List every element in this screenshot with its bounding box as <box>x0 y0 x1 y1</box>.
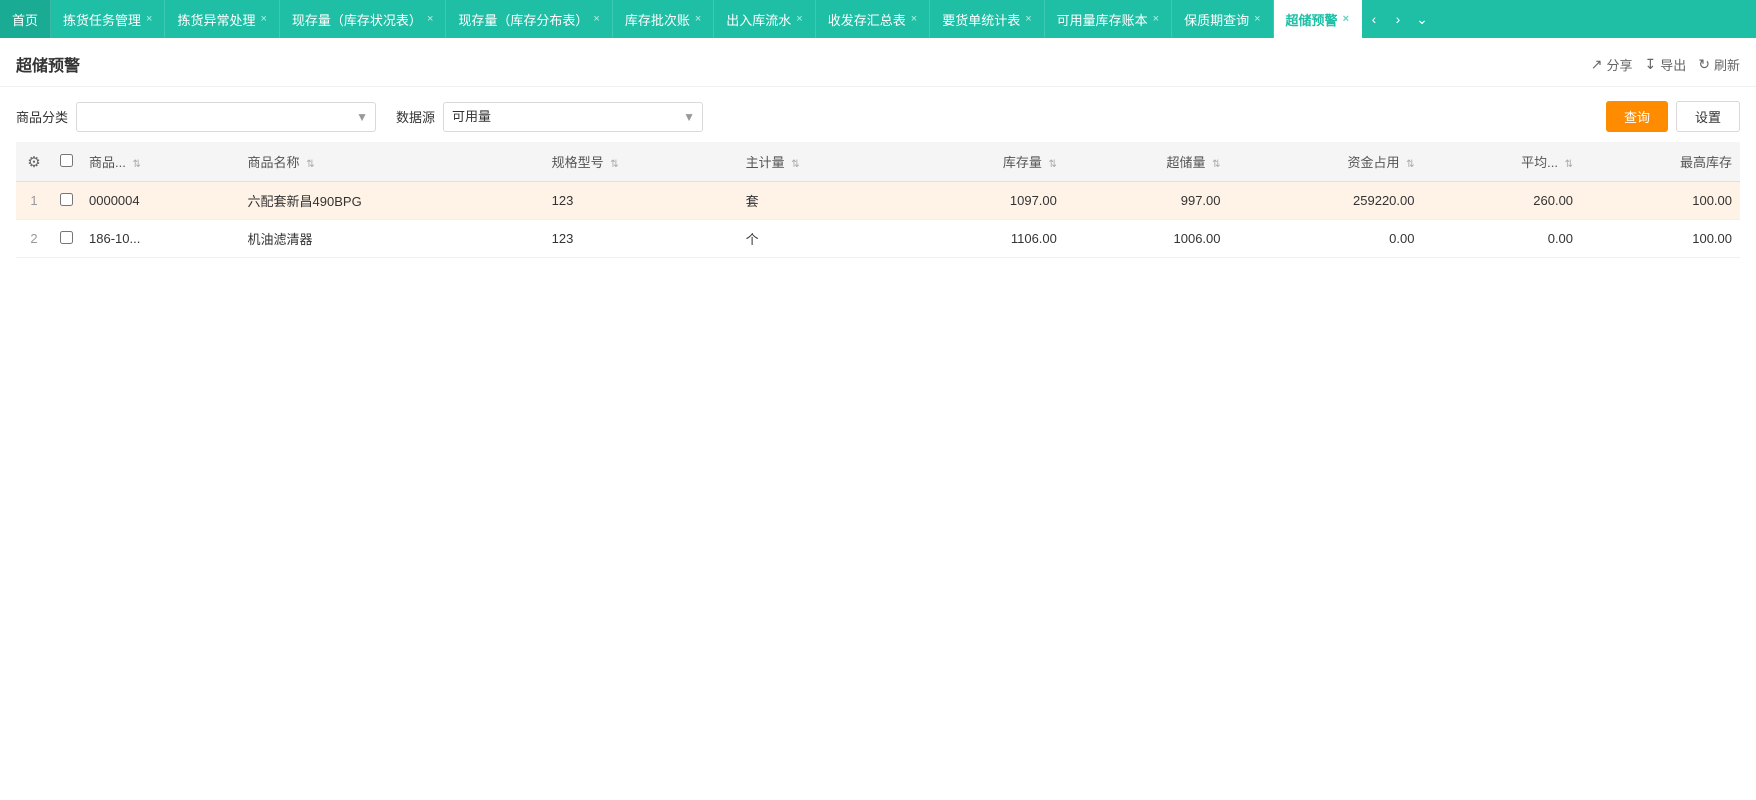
sort-icon: ⇅ <box>1406 159 1414 170</box>
th-unit[interactable]: 主计量 ⇅ <box>738 142 902 182</box>
table-header-row: ⚙ 商品... ⇅ 商品名称 ⇅ 规格型号 ⇅ <box>16 142 1740 182</box>
row-checkbox[interactable] <box>60 231 73 244</box>
select-all-checkbox[interactable] <box>60 154 73 167</box>
export-button[interactable]: ↧ 导出 <box>1645 55 1687 74</box>
close-icon[interactable]: × <box>695 13 701 25</box>
share-icon: ↗ <box>1591 56 1603 73</box>
nav-item-stock-status[interactable]: 现存量（库存状况表） × <box>280 0 446 38</box>
page-title: 超储预警 <box>16 52 80 76</box>
row-checkbox-cell <box>52 182 81 220</box>
filter-area: 商品分类 ▼ 数据源 可用量 ▼ 查询 设置 <box>0 87 1756 142</box>
datasource-select-wrapper: 可用量 ▼ <box>443 102 703 132</box>
sort-icon: ⇅ <box>1565 159 1573 170</box>
th-capital[interactable]: 资金占用 ⇅ <box>1229 142 1423 182</box>
refresh-button[interactable]: ↻ 刷新 <box>1698 55 1740 74</box>
close-icon[interactable]: × <box>911 13 917 25</box>
nav-item-available[interactable]: 可用量库存账本 × <box>1045 0 1172 38</box>
table-row: 2 186-10... 机油滤清器 123 个 1106.00 1006.00 … <box>16 220 1740 258</box>
th-maxstock[interactable]: 最高库存 <box>1581 142 1740 182</box>
row-spec: 123 <box>544 220 738 258</box>
th-settings: ⚙ <box>16 142 52 182</box>
row-maxstock: 100.00 <box>1581 220 1740 258</box>
category-label: 商品分类 <box>16 107 68 126</box>
data-table: ⚙ 商品... ⇅ 商品名称 ⇅ 规格型号 ⇅ <box>16 142 1740 258</box>
row-number: 1 <box>16 182 52 220</box>
close-icon[interactable]: × <box>427 13 433 25</box>
row-overstock: 1006.00 <box>1065 220 1229 258</box>
nav-item-batch[interactable]: 库存批次账 × <box>613 0 714 38</box>
close-icon[interactable]: × <box>1153 13 1159 25</box>
nav-item-stock-dist[interactable]: 现存量（库存分布表） × <box>446 0 612 38</box>
filter-actions: 查询 设置 <box>1606 101 1740 132</box>
close-icon[interactable]: × <box>146 13 152 25</box>
row-code: 0000004 <box>81 182 240 220</box>
top-navigation: 首页 拣货任务管理 × 拣货异常处理 × 现存量（库存状况表） × 现存量（库存… <box>0 0 1756 38</box>
th-spec[interactable]: 规格型号 ⇅ <box>544 142 738 182</box>
datasource-label: 数据源 <box>396 107 435 126</box>
close-icon[interactable]: × <box>593 13 599 25</box>
nav-item-exception[interactable]: 拣货异常处理 × <box>165 0 279 38</box>
sort-icon: ⇅ <box>1048 159 1056 170</box>
query-button[interactable]: 查询 <box>1606 101 1668 132</box>
row-stock: 1097.00 <box>901 182 1065 220</box>
nav-item-flow[interactable]: 出入库流水 × <box>714 0 815 38</box>
row-overstock: 997.00 <box>1065 182 1229 220</box>
nav-item-expiry[interactable]: 保质期查询 × <box>1172 0 1273 38</box>
row-checkbox-cell <box>52 220 81 258</box>
row-checkbox[interactable] <box>60 193 73 206</box>
share-button[interactable]: ↗ 分享 <box>1591 55 1633 74</box>
category-select-wrapper: ▼ <box>76 102 376 132</box>
row-spec: 123 <box>544 182 738 220</box>
row-code: 186-10... <box>81 220 240 258</box>
th-avg[interactable]: 平均... ⇅ <box>1422 142 1581 182</box>
th-name[interactable]: 商品名称 ⇅ <box>240 142 544 182</box>
nav-prev-button[interactable]: ‹ <box>1362 0 1386 38</box>
sort-icon: ⇅ <box>791 159 799 170</box>
close-icon[interactable]: × <box>1025 13 1031 25</box>
page-content: 超储预警 ↗ 分享 ↧ 导出 ↻ 刷新 商品分类 ▼ <box>0 38 1756 800</box>
datasource-select[interactable]: 可用量 <box>443 102 703 132</box>
row-name: 六配套新昌490BPG <box>240 182 544 220</box>
row-stock: 1106.00 <box>901 220 1065 258</box>
page-header: 超储预警 ↗ 分享 ↧ 导出 ↻ 刷新 <box>0 38 1756 87</box>
row-avg: 260.00 <box>1422 182 1581 220</box>
row-unit: 个 <box>738 220 902 258</box>
nav-menu-button[interactable]: ⌄ <box>1410 0 1434 38</box>
row-capital: 259220.00 <box>1229 182 1423 220</box>
th-checkbox <box>52 142 81 182</box>
close-icon[interactable]: × <box>1343 13 1349 25</box>
sort-icon: ⇅ <box>306 159 314 170</box>
sort-icon: ⇅ <box>610 159 618 170</box>
sort-icon: ⇅ <box>132 159 140 170</box>
settings-button[interactable]: 设置 <box>1676 101 1740 132</box>
row-name: 机油滤清器 <box>240 220 544 258</box>
sort-icon: ⇅ <box>1212 159 1220 170</box>
row-number: 2 <box>16 220 52 258</box>
close-icon[interactable]: × <box>260 13 266 25</box>
close-icon[interactable]: × <box>1254 13 1260 25</box>
category-filter: 商品分类 ▼ <box>16 102 376 132</box>
nav-item-home[interactable]: 首页 <box>0 0 51 38</box>
settings-icon[interactable]: ⚙ <box>27 154 40 171</box>
row-avg: 0.00 <box>1422 220 1581 258</box>
th-overstock[interactable]: 超储量 ⇅ <box>1065 142 1229 182</box>
category-select[interactable] <box>76 102 376 132</box>
nav-item-overstock[interactable]: 超储预警 × <box>1274 0 1362 38</box>
nav-next-button[interactable]: › <box>1386 0 1410 38</box>
th-code[interactable]: 商品... ⇅ <box>81 142 240 182</box>
nav-item-order-stats[interactable]: 要货单统计表 × <box>930 0 1044 38</box>
nav-item-task[interactable]: 拣货任务管理 × <box>51 0 165 38</box>
header-actions: ↗ 分享 ↧ 导出 ↻ 刷新 <box>1591 55 1740 74</box>
row-unit: 套 <box>738 182 902 220</box>
row-capital: 0.00 <box>1229 220 1423 258</box>
nav-item-summary[interactable]: 收发存汇总表 × <box>816 0 930 38</box>
refresh-icon: ↻ <box>1698 56 1710 73</box>
datasource-filter: 数据源 可用量 ▼ <box>396 102 703 132</box>
table-row: 1 0000004 六配套新昌490BPG 123 套 1097.00 997.… <box>16 182 1740 220</box>
table-wrapper: ⚙ 商品... ⇅ 商品名称 ⇅ 规格型号 ⇅ <box>0 142 1756 258</box>
row-maxstock: 100.00 <box>1581 182 1740 220</box>
th-stock[interactable]: 库存量 ⇅ <box>901 142 1065 182</box>
close-icon[interactable]: × <box>796 13 802 25</box>
export-icon: ↧ <box>1645 56 1657 73</box>
